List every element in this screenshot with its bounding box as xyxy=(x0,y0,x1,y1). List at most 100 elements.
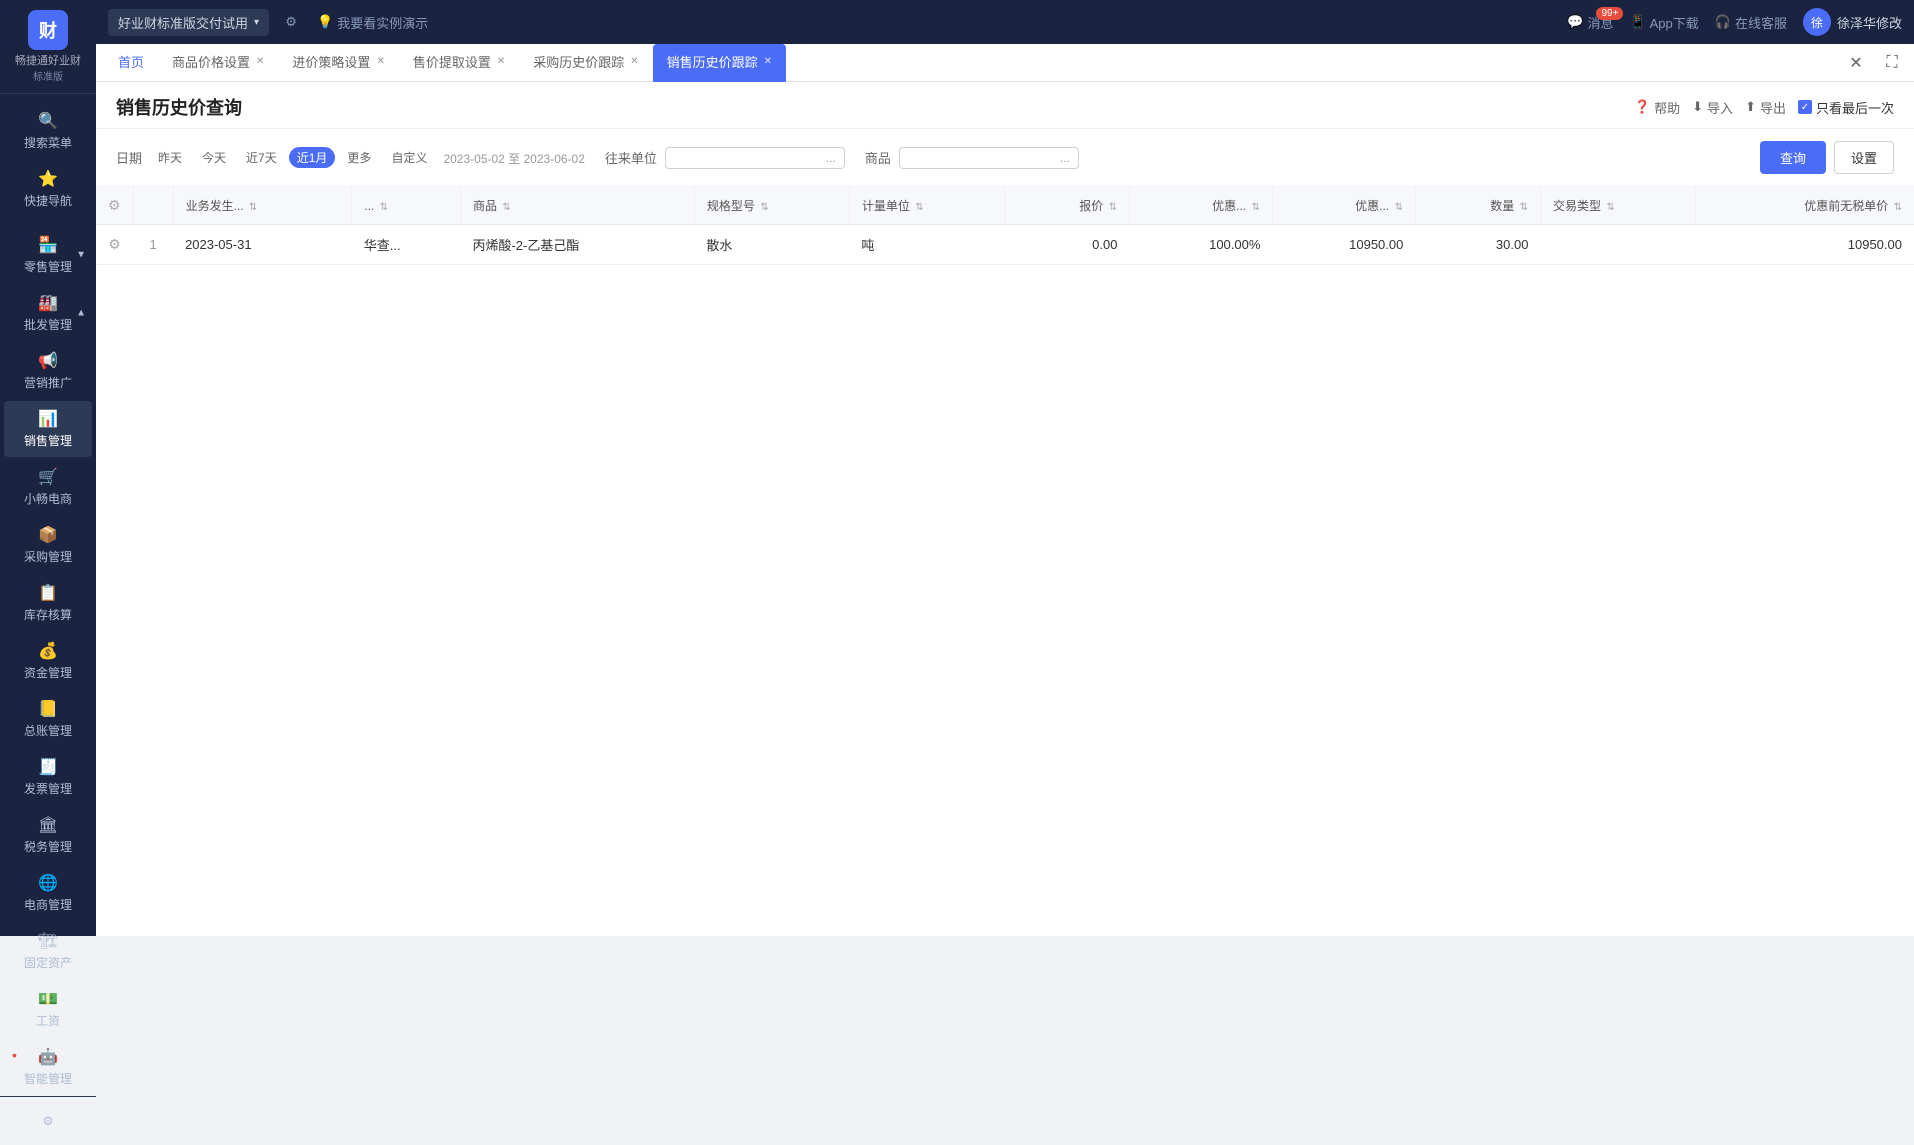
row-gear-icon[interactable]: ⚙ xyxy=(108,236,121,252)
messages-btn[interactable]: 💬 消息 99+ xyxy=(1567,13,1613,32)
col-unit-sort-icon[interactable]: ⇅ xyxy=(915,202,923,213)
sidebar-item-search[interactable]: 🔍 搜索菜单 xyxy=(4,103,92,159)
sidebar-item-payroll[interactable]: 💵 工资 xyxy=(4,981,92,1037)
import-btn[interactable]: ⬇ 导入 xyxy=(1692,98,1733,117)
sidebar-settings-btn[interactable]: ⚙ xyxy=(4,1106,92,1136)
topbar-settings-btn[interactable]: ⚙ xyxy=(277,8,305,36)
table-gear-icon[interactable]: ⚙ xyxy=(108,197,121,213)
col-header-trade-type[interactable]: 交易类型 ⇅ xyxy=(1540,187,1695,225)
smart-icon: 🤖 xyxy=(38,1047,58,1067)
user-menu[interactable]: 徐 徐泽华修改 xyxy=(1803,8,1902,36)
filter-buttons: 查询 设置 xyxy=(1760,141,1894,174)
app-download-btn[interactable]: 📱 App下载 xyxy=(1629,13,1698,32)
sales-icon: 📊 xyxy=(38,409,58,429)
page-title: 销售历史价查询 xyxy=(116,94,242,120)
topbar-settings-gear-icon: ⚙ xyxy=(285,14,297,30)
tab-price-strategy-close-icon[interactable]: ✕ xyxy=(376,56,384,67)
col-spec-sort-icon[interactable]: ⇅ xyxy=(760,202,768,213)
tab-price-extract[interactable]: 售价提取设置 ✕ xyxy=(399,44,519,82)
sidebar-item-ledger[interactable]: 📒 总账管理 xyxy=(4,691,92,747)
tab-price-strategy[interactable]: 进价策略设置 ✕ xyxy=(278,44,398,82)
col-header-price[interactable]: 报价 ⇅ xyxy=(1004,187,1129,225)
demo-link[interactable]: 💡 我要看实例演示 xyxy=(317,13,428,32)
product-more-icon[interactable]: ... xyxy=(1060,151,1070,165)
col-taxfree-sort-icon[interactable]: ⇅ xyxy=(1894,202,1902,213)
col-header-spec[interactable]: 规格型号 ⇅ xyxy=(694,187,849,225)
tab-price-extract-close-icon[interactable]: ✕ xyxy=(497,56,505,67)
col-qty-sort-icon[interactable]: ⇅ xyxy=(1520,202,1528,213)
filter-settings-button[interactable]: 设置 xyxy=(1834,141,1894,174)
sidebar-item-ecommerce[interactable]: 🌐 电商管理 xyxy=(4,865,92,921)
tab-close-window-btn[interactable]: ✕ xyxy=(1842,49,1870,77)
date-option-more[interactable]: 更多 xyxy=(339,147,379,168)
col-header-gear: ⚙ xyxy=(96,187,133,225)
settings-gear-icon: ⚙ xyxy=(43,1114,54,1128)
col-date-sort-icon[interactable]: ⇅ xyxy=(249,202,257,213)
tab-price-strategy-label: 进价策略设置 xyxy=(292,52,370,71)
col-header-qty[interactable]: 数量 ⇅ xyxy=(1415,187,1540,225)
sidebar-item-quicknav[interactable]: ⭐ 快捷导航 xyxy=(4,161,92,217)
tab-product-price-label: 商品价格设置 xyxy=(172,52,250,71)
tab-product-price[interactable]: 商品价格设置 ✕ xyxy=(158,44,278,82)
col-header-extra[interactable]: ... ⇅ xyxy=(352,187,461,225)
sidebar-item-inventory[interactable]: 📋 库存核算 xyxy=(4,575,92,631)
date-option-today[interactable]: 今天 xyxy=(194,147,234,168)
col-trade-type-sort-icon[interactable]: ⇅ xyxy=(1606,202,1614,213)
sidebar-item-ecommerce-small[interactable]: 🛒 小畅电商 xyxy=(4,459,92,515)
tab-expand-btn[interactable]: ⛶ xyxy=(1878,49,1906,77)
col-header-unit[interactable]: 计量单位 ⇅ xyxy=(849,187,1004,225)
col-date-label: 业务发生... xyxy=(186,199,244,213)
sidebar-item-smart[interactable]: 🤖 智能管理 xyxy=(4,1039,92,1095)
table-body: ⚙ 1 2023-05-31 华查... 丙烯酸-2-乙基己酯 散水 吨 0.0… xyxy=(96,225,1914,265)
tab-purchase-history-close-icon[interactable]: ✕ xyxy=(630,56,638,67)
sidebar-search-section: 🔍 搜索菜单 ⭐ 快捷导航 xyxy=(0,94,96,226)
date-option-yesterday[interactable]: 昨天 xyxy=(150,147,190,168)
sidebar-item-wholesale[interactable]: 🏭 批发管理 ▲ xyxy=(4,285,92,341)
col-discount2-sort-icon[interactable]: ⇅ xyxy=(1394,202,1402,213)
version-selector[interactable]: 好业财标准版交付试用 ▾ xyxy=(108,9,269,36)
main-area: 好业财标准版交付试用 ▾ ⚙ 💡 我要看实例演示 💬 消息 99+ 📱 App下… xyxy=(96,0,1914,936)
export-btn[interactable]: ⬆ 导出 xyxy=(1745,98,1786,117)
tab-home[interactable]: 首页 xyxy=(104,44,158,82)
row-extra-cell: 华查... xyxy=(352,225,461,265)
tab-product-price-close-icon[interactable]: ✕ xyxy=(256,56,264,67)
tabs-bar: 首页 商品价格设置 ✕ 进价策略设置 ✕ 售价提取设置 ✕ 采购历史价跟踪 ✕ … xyxy=(96,44,1914,82)
sidebar-item-finance[interactable]: 💰 资金管理 xyxy=(4,633,92,689)
date-option-last7[interactable]: 近7天 xyxy=(238,147,285,168)
supplier-more-icon[interactable]: ... xyxy=(826,151,836,165)
page-content: 销售历史价查询 ❓ 帮助 ⬇ 导入 ⬆ 导出 ✓ 只看最后一次 xyxy=(96,82,1914,936)
sidebar-item-purchase[interactable]: 📦 采购管理 xyxy=(4,517,92,573)
sidebar-item-sales[interactable]: 📊 销售管理 xyxy=(4,401,92,457)
col-discount1-sort-icon[interactable]: ⇅ xyxy=(1252,202,1260,213)
export-icon: ⬆ xyxy=(1745,99,1756,115)
col-header-discount1[interactable]: 优惠... ⇅ xyxy=(1129,187,1272,225)
sidebar-item-retail[interactable]: 🏪 零售管理 ▼ xyxy=(4,227,92,283)
date-filter-label: 日期 xyxy=(116,148,142,167)
col-header-date[interactable]: 业务发生... ⇅ xyxy=(173,187,352,225)
tab-sales-history-close-icon[interactable]: ✕ xyxy=(764,56,772,67)
sidebar-item-invoice[interactable]: 🧾 发票管理 xyxy=(4,749,92,805)
sidebar-item-assets[interactable]: 🏗 固定资产 xyxy=(4,923,92,979)
tab-sales-history[interactable]: 销售历史价跟踪 ✕ xyxy=(653,44,786,82)
query-button[interactable]: 查询 xyxy=(1760,141,1826,174)
row-tax-free-cell: 10950.00 xyxy=(1695,225,1914,265)
only-last-checkbox-wrap[interactable]: ✓ 只看最后一次 xyxy=(1798,98,1894,117)
col-spec-label: 规格型号 xyxy=(707,199,755,213)
col-header-tax-free[interactable]: 优惠前无税单价 ⇅ xyxy=(1695,187,1914,225)
only-last-checkbox[interactable]: ✓ xyxy=(1798,100,1812,114)
col-product-sort-icon[interactable]: ⇅ xyxy=(502,202,510,213)
sidebar-item-marketing[interactable]: 📢 营销推广 xyxy=(4,343,92,399)
col-header-discount2[interactable]: 优惠... ⇅ xyxy=(1272,187,1415,225)
date-option-last1m[interactable]: 近1月 xyxy=(289,147,336,168)
sidebar-item-tax[interactable]: 🏛 税务管理 xyxy=(4,807,92,863)
help-btn[interactable]: ❓ 帮助 xyxy=(1634,98,1680,117)
date-option-custom[interactable]: 自定义 xyxy=(383,147,435,168)
supplier-input[interactable]: ... xyxy=(665,147,845,169)
col-price-sort-icon[interactable]: ⇅ xyxy=(1109,202,1117,213)
product-input[interactable]: ... xyxy=(899,147,1079,169)
col-extra-sort-icon[interactable]: ⇅ xyxy=(380,202,388,213)
online-service-btn[interactable]: 🎧 在线客服 xyxy=(1715,13,1787,32)
app-download-label: App下载 xyxy=(1650,13,1699,32)
tab-purchase-history[interactable]: 采购历史价跟踪 ✕ xyxy=(519,44,652,82)
col-header-product[interactable]: 商品 ⇅ xyxy=(460,187,694,225)
